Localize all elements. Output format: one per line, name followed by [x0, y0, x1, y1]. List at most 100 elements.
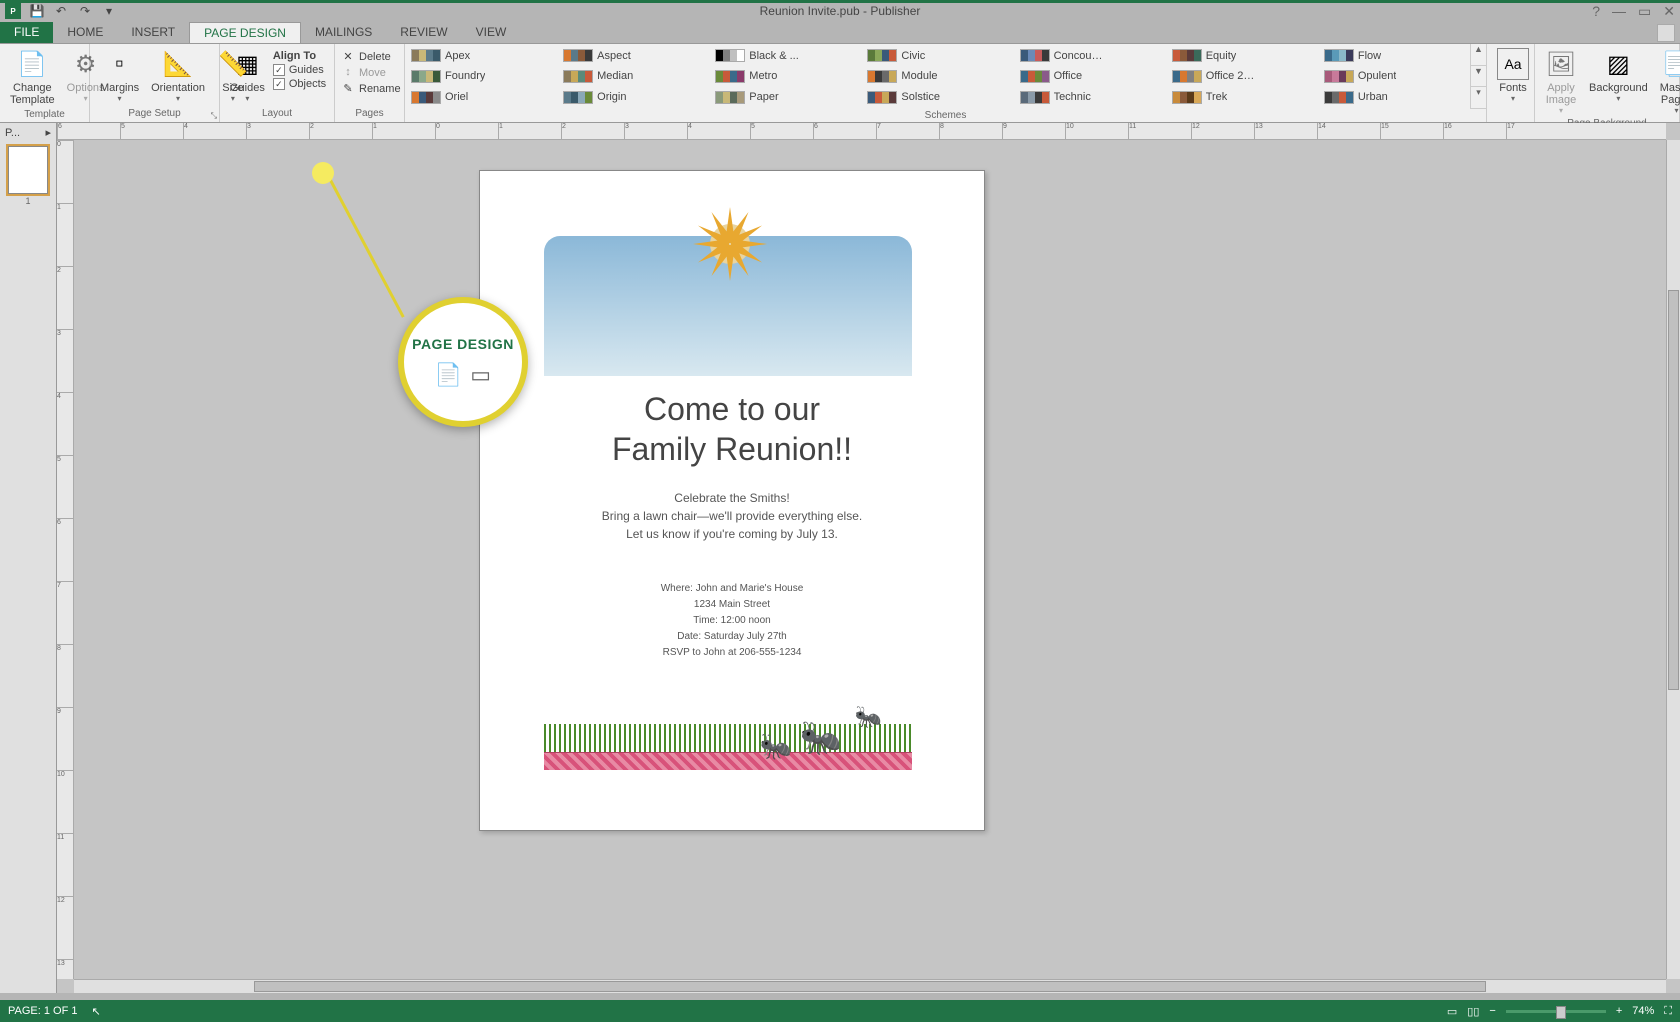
callout-page-icon: 📄 [435, 362, 462, 388]
tab-mailings[interactable]: MAILINGS [301, 22, 386, 43]
fit-page-icon[interactable]: ⛶ [1664, 1005, 1672, 1018]
close-icon[interactable]: ✕ [1663, 3, 1675, 20]
view-two-page-icon[interactable]: ▯▯ [1467, 1005, 1479, 1018]
scheme-equity[interactable]: Equity [1170, 46, 1314, 66]
rename-icon: ✎ [341, 82, 355, 96]
tab-view[interactable]: VIEW [462, 22, 521, 43]
scheme-flow[interactable]: Flow [1322, 46, 1466, 66]
group-label-template: Template [6, 108, 83, 121]
tab-insert[interactable]: INSERT [117, 22, 189, 43]
help-icon[interactable]: ? [1592, 3, 1600, 20]
callout-size-icon: ▭ [470, 362, 491, 388]
ribbon-tabs: FILE HOME INSERT PAGE DESIGN MAILINGS RE… [0, 22, 1680, 44]
save-icon[interactable]: 💾 [29, 3, 45, 19]
orientation-icon: 📐 [162, 48, 194, 80]
heading-text[interactable]: Come to our Family Reunion!! [480, 389, 984, 469]
publisher-icon: P [5, 3, 21, 19]
scheme-office[interactable]: Office [1018, 67, 1162, 87]
minimize-icon[interactable]: — [1612, 3, 1626, 20]
guides-checkbox[interactable]: ✓Guides [273, 64, 326, 76]
rename-page-button[interactable]: ✎Rename [341, 82, 401, 96]
grass-graphic: 🐜 🐜 🐜 [544, 715, 912, 770]
orientation-button[interactable]: 📐 Orientation▾ [147, 46, 209, 105]
background-icon: ▨ [1602, 48, 1634, 80]
background-button[interactable]: ▨ Background▾ [1585, 46, 1652, 105]
user-avatar-icon[interactable] [1657, 24, 1675, 42]
align-to-label: Align To [273, 50, 326, 62]
ribbon: 📄 Change Template ⚙ Options ▾ Template ▫… [0, 44, 1680, 123]
fonts-button[interactable]: Aa Fonts▾ [1493, 46, 1533, 105]
status-bar: PAGE: 1 OF 1 ↖ ▭ ▯▯ − + 74% ⛶ [0, 1000, 1680, 1022]
tab-home[interactable]: HOME [53, 22, 117, 43]
scheme-metro[interactable]: Metro [713, 67, 857, 87]
scheme-trek[interactable]: Trek [1170, 87, 1314, 107]
zoom-slider[interactable] [1506, 1010, 1606, 1013]
horizontal-scrollbar[interactable] [74, 979, 1666, 993]
window-title: Reunion Invite.pub - Publisher [760, 4, 921, 18]
scheme-opulent[interactable]: Opulent [1322, 67, 1466, 87]
margins-icon: ▫ [104, 48, 136, 80]
zoom-in-icon[interactable]: + [1616, 1005, 1622, 1017]
change-template-button[interactable]: 📄 Change Template [6, 46, 59, 108]
redo-icon[interactable]: ↷ [77, 3, 93, 19]
scheme-civic[interactable]: Civic [865, 46, 1009, 66]
zoom-level[interactable]: 74% [1632, 1005, 1654, 1017]
size-button[interactable]: 📏 Size▾ [213, 46, 253, 105]
delete-icon: ✕ [341, 50, 355, 64]
tab-file[interactable]: FILE [0, 22, 53, 43]
move-page-button[interactable]: ↕Move [341, 66, 401, 80]
scheme-office[interactable]: Office 20... [1170, 67, 1314, 87]
template-icon: 📄 [16, 48, 48, 80]
title-bar: P 💾 ↶ ↷ ▾ Reunion Invite.pub - Publisher… [0, 0, 1680, 22]
tab-review[interactable]: REVIEW [386, 22, 461, 43]
image-icon: 🖼 [1545, 48, 1577, 80]
page-navigation-panel: P...▸ [0, 123, 57, 993]
scheme-concourse[interactable]: Concourse [1018, 46, 1162, 66]
zoom-out-icon[interactable]: − [1489, 1005, 1495, 1017]
gallery-down-icon[interactable]: ▼ [1471, 66, 1486, 88]
master-pages-button[interactable]: 📑 Master Pages▾ [1656, 46, 1680, 117]
tab-page-design[interactable]: PAGE DESIGN [189, 22, 301, 43]
scheme-gallery[interactable]: Apex Aspect Black & ... Civic Concourse Equit… [405, 44, 1470, 109]
page-thumbnail-1[interactable] [8, 146, 48, 194]
undo-icon[interactable]: ↶ [53, 3, 69, 19]
scheme-black[interactable]: Black & ... [713, 46, 857, 66]
restore-icon[interactable]: ▭ [1638, 3, 1651, 20]
pointer-icon: ↖ [92, 1005, 101, 1018]
objects-checkbox[interactable]: ✓Objects [273, 78, 326, 90]
sun-graphic [695, 209, 765, 279]
gallery-up-icon[interactable]: ▲ [1471, 44, 1486, 66]
page-1[interactable]: Come to our Family Reunion!! Celebrate t… [479, 170, 985, 831]
panel-expand-icon[interactable]: ▸ [45, 126, 51, 139]
gallery-more-icon[interactable]: ▾ [1471, 87, 1486, 109]
page-setup-launcher-icon[interactable]: ⤡ [211, 111, 217, 121]
move-icon: ↕ [341, 66, 355, 80]
scheme-median[interactable]: Median [561, 67, 705, 87]
canvas[interactable]: Come to our Family Reunion!! Celebrate t… [74, 140, 1666, 979]
fonts-icon: Aa [1497, 48, 1529, 80]
scheme-oriel[interactable]: Oriel [409, 87, 553, 107]
scheme-aspect[interactable]: Aspect [561, 46, 705, 66]
scheme-technic[interactable]: Technic [1018, 87, 1162, 107]
scheme-urban[interactable]: Urban [1322, 87, 1466, 107]
margins-button[interactable]: ▫ Margins▾ [96, 46, 143, 105]
size-icon: 📏 [217, 48, 249, 80]
qat-more-icon[interactable]: ▾ [101, 3, 117, 19]
view-single-icon[interactable]: ▭ [1447, 1005, 1457, 1018]
scheme-paper[interactable]: Paper [713, 87, 857, 107]
details-text[interactable]: Where: John and Marie's House 1234 Main … [480, 581, 984, 661]
apply-image-button[interactable]: 🖼 Apply Image▾ [1541, 46, 1581, 117]
page-indicator[interactable]: PAGE: 1 OF 1 [8, 1005, 78, 1017]
callout-marker-icon [312, 162, 334, 184]
scheme-module[interactable]: Module [865, 67, 1009, 87]
body-text[interactable]: Celebrate the Smiths! Bring a lawn chair… [480, 489, 984, 543]
scheme-apex[interactable]: Apex [409, 46, 553, 66]
callout-magnifier: PAGE DESIGN 📄▭ [398, 297, 528, 427]
scheme-foundry[interactable]: Foundry [409, 67, 553, 87]
scheme-solstice[interactable]: Solstice [865, 87, 1009, 107]
scheme-origin[interactable]: Origin [561, 87, 705, 107]
callout-line [322, 166, 404, 318]
horizontal-ruler: 65432101234567891011121314151617 [57, 123, 1666, 140]
vertical-scrollbar[interactable] [1666, 140, 1680, 979]
delete-page-button[interactable]: ✕Delete [341, 50, 401, 64]
